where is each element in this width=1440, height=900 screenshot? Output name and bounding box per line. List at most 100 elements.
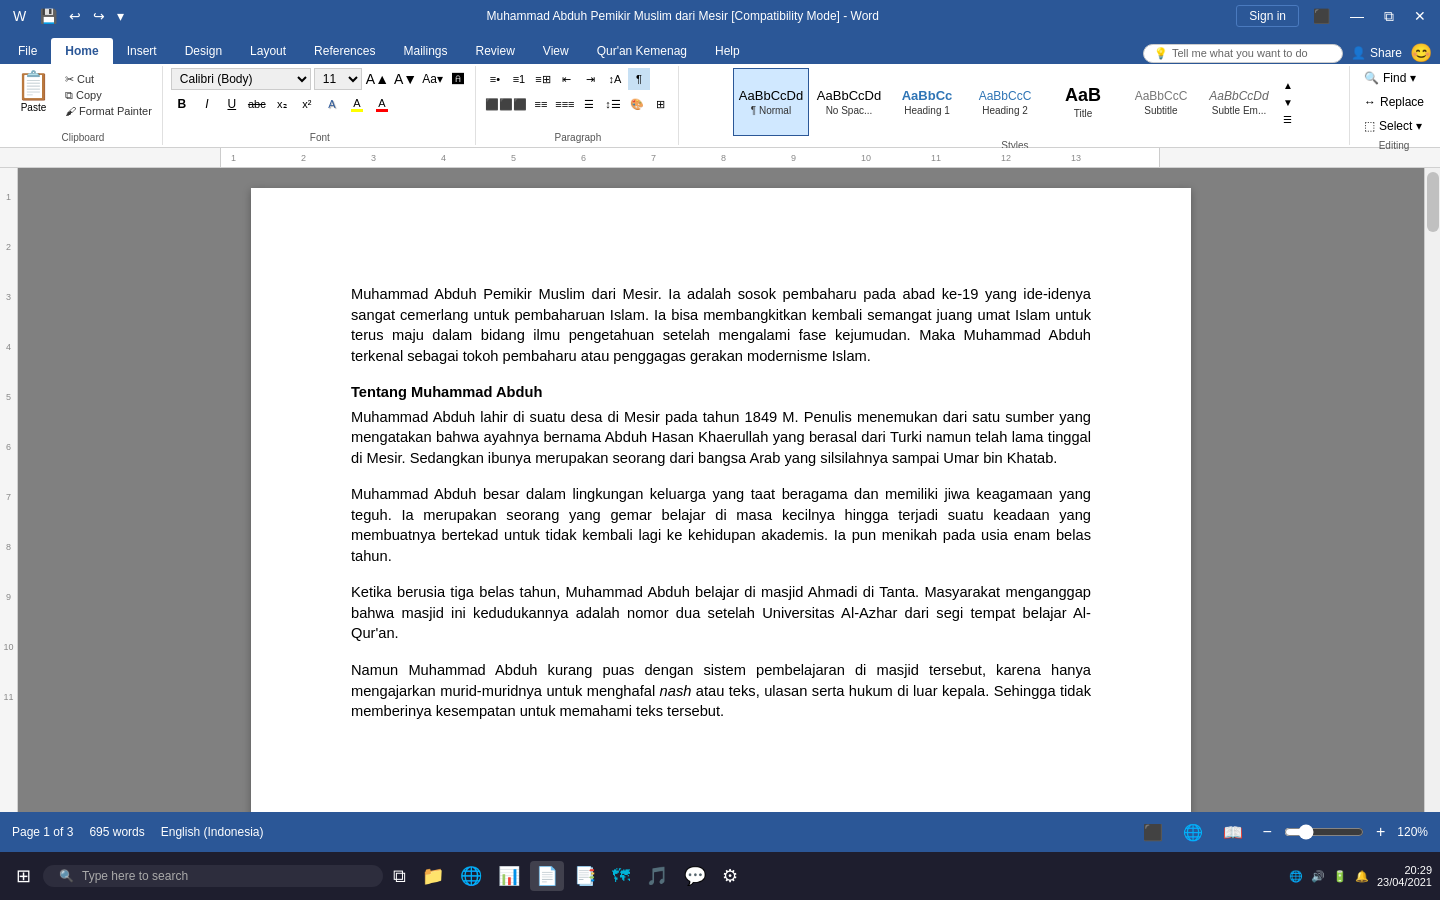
shading-button[interactable]: 🎨 bbox=[626, 93, 648, 115]
customize-qa-button[interactable]: ▾ bbox=[112, 6, 129, 26]
editing-label: Editing bbox=[1379, 136, 1410, 151]
clear-format-button[interactable]: 🅰 bbox=[447, 68, 469, 90]
strikethrough-button[interactable]: abc bbox=[246, 93, 268, 115]
paste-button[interactable]: 📋 Paste bbox=[10, 68, 57, 118]
tab-home[interactable]: Home bbox=[51, 38, 112, 64]
style-title-label: Title bbox=[1074, 108, 1093, 119]
tab-references[interactable]: References bbox=[300, 38, 389, 64]
signin-button[interactable]: Sign in bbox=[1236, 5, 1299, 27]
numbered-list-button[interactable]: ≡1 bbox=[508, 68, 530, 90]
tab-quran[interactable]: Qur'an Kemenag bbox=[583, 38, 701, 64]
zoom-in-button[interactable]: + bbox=[1370, 821, 1391, 843]
maps-icon[interactable]: 🗺 bbox=[606, 862, 636, 891]
sort-button[interactable]: ↕A bbox=[604, 68, 626, 90]
italic-button[interactable]: I bbox=[196, 93, 218, 115]
increase-indent-button[interactable]: ⇥ bbox=[580, 68, 602, 90]
highlight-color-button[interactable]: A bbox=[346, 93, 368, 115]
tell-me-bar[interactable]: 💡 Tell me what you want to do bbox=[1143, 44, 1343, 63]
settings-icon[interactable]: ⚙ bbox=[716, 861, 744, 891]
tab-layout[interactable]: Layout bbox=[236, 38, 300, 64]
bold-button[interactable]: B bbox=[171, 93, 193, 115]
explorer-icon[interactable]: 📁 bbox=[416, 861, 450, 891]
restore-button[interactable]: ⧉ bbox=[1378, 6, 1400, 27]
text-effects-button[interactable]: A bbox=[321, 93, 343, 115]
style-heading2[interactable]: AaBbCcC Heading 2 bbox=[967, 68, 1043, 136]
subscript-button[interactable]: x₂ bbox=[271, 93, 293, 115]
task-view-button[interactable]: ⧉ bbox=[387, 862, 412, 891]
tab-view[interactable]: View bbox=[529, 38, 583, 64]
excel-icon[interactable]: 📊 bbox=[492, 861, 526, 891]
bullet-list-button[interactable]: ≡• bbox=[484, 68, 506, 90]
heading-tentang: Tentang Muhammad Abduh bbox=[351, 382, 1091, 403]
print-layout-button[interactable]: ⬛ bbox=[1137, 821, 1169, 844]
font-size-select[interactable]: 11 bbox=[314, 68, 362, 90]
increase-font-button[interactable]: A▲ bbox=[365, 68, 390, 90]
read-mode-button[interactable]: 📖 bbox=[1217, 821, 1249, 844]
align-right-button[interactable]: ≡≡≡ bbox=[554, 93, 576, 115]
styles-down-button[interactable]: ▼ bbox=[1279, 95, 1297, 110]
cut-button[interactable]: ✂ Cut bbox=[61, 72, 156, 87]
justify-button[interactable]: ☰ bbox=[578, 93, 600, 115]
style-normal-label: ¶ Normal bbox=[751, 105, 791, 116]
taskbar-search-box[interactable]: 🔍 Type here to search bbox=[43, 865, 383, 887]
doc-area[interactable]: Muhammad Abduh Pemikir Muslim dari Mesir… bbox=[18, 168, 1424, 812]
share-button[interactable]: 👤 Share bbox=[1351, 46, 1402, 60]
tab-insert[interactable]: Insert bbox=[113, 38, 171, 64]
tab-mailings[interactable]: Mailings bbox=[389, 38, 461, 64]
zoom-out-button[interactable]: − bbox=[1257, 821, 1278, 843]
style-subtle-em[interactable]: AaBbCcDd Subtle Em... bbox=[1201, 68, 1277, 136]
styles-up-button[interactable]: ▲ bbox=[1279, 78, 1297, 93]
font-color-button[interactable]: A bbox=[371, 93, 393, 115]
styles-arrows: ▲ ▼ ☰ bbox=[1279, 78, 1297, 127]
document[interactable]: Muhammad Abduh Pemikir Muslim dari Mesir… bbox=[251, 188, 1191, 812]
styles-more-button[interactable]: ☰ bbox=[1279, 112, 1297, 127]
start-button[interactable]: ⊞ bbox=[8, 861, 39, 891]
replace-button[interactable]: ↔ Replace bbox=[1358, 92, 1430, 112]
whatsapp-icon[interactable]: 💬 bbox=[678, 861, 712, 891]
multilevel-list-button[interactable]: ≡⊞ bbox=[532, 68, 554, 90]
paragraph-dissatisfied: Namun Muhammad Abduh kurang puas dengan … bbox=[351, 660, 1091, 722]
redo-button[interactable]: ↪ bbox=[88, 6, 110, 26]
decrease-font-button[interactable]: A▼ bbox=[393, 68, 418, 90]
change-case-button[interactable]: Aa▾ bbox=[421, 68, 444, 90]
scroll-thumb[interactable] bbox=[1427, 172, 1439, 232]
copy-button[interactable]: ⧉ Copy bbox=[61, 88, 156, 103]
font-name-select[interactable]: Calibri (Body) bbox=[171, 68, 311, 90]
style-subtitle[interactable]: AaBbCcC Subtitle bbox=[1123, 68, 1199, 136]
style-heading2-preview: AaBbCcC bbox=[979, 89, 1032, 103]
save-button[interactable]: 💾 bbox=[35, 6, 62, 26]
right-scrollbar[interactable] bbox=[1424, 168, 1440, 812]
web-layout-button[interactable]: 🌐 bbox=[1177, 821, 1209, 844]
show-marks-button[interactable]: ¶ bbox=[628, 68, 650, 90]
line-spacing-button[interactable]: ↕☰ bbox=[602, 93, 624, 115]
zoom-slider[interactable] bbox=[1284, 824, 1364, 840]
music-icon[interactable]: 🎵 bbox=[640, 861, 674, 891]
style-normal[interactable]: AaBbCcDd ¶ Normal bbox=[733, 68, 809, 136]
ribbon-collapse-button[interactable]: ⬛ bbox=[1307, 6, 1336, 26]
tab-design[interactable]: Design bbox=[171, 38, 236, 64]
title-bar-right: Sign in ⬛ — ⧉ ✕ bbox=[1236, 5, 1432, 27]
tab-file[interactable]: File bbox=[4, 38, 51, 64]
undo-button[interactable]: ↩ bbox=[64, 6, 86, 26]
format-painter-button[interactable]: 🖌 Format Painter bbox=[61, 104, 156, 118]
word-logo[interactable]: W bbox=[8, 6, 31, 26]
tab-review[interactable]: Review bbox=[461, 38, 528, 64]
style-no-spacing[interactable]: AaBbCcDd No Spac... bbox=[811, 68, 887, 136]
style-heading1[interactable]: AaBbCc Heading 1 bbox=[889, 68, 965, 136]
find-button[interactable]: 🔍 Find ▾ bbox=[1358, 68, 1430, 88]
align-center-button[interactable]: ≡≡ bbox=[530, 93, 552, 115]
share-icon: 👤 bbox=[1351, 46, 1366, 60]
word-taskbar-icon[interactable]: 📄 bbox=[530, 861, 564, 891]
align-left-button[interactable]: ⬛⬛⬛ bbox=[484, 93, 528, 115]
superscript-button[interactable]: x² bbox=[296, 93, 318, 115]
powerpoint-icon[interactable]: 📑 bbox=[568, 861, 602, 891]
select-button[interactable]: ⬚ Select ▾ bbox=[1358, 116, 1430, 136]
close-button[interactable]: ✕ bbox=[1408, 6, 1432, 26]
minimize-button[interactable]: — bbox=[1344, 6, 1370, 26]
style-title[interactable]: AaB Title bbox=[1045, 68, 1121, 136]
borders-button[interactable]: ⊞ bbox=[650, 93, 672, 115]
underline-button[interactable]: U bbox=[221, 93, 243, 115]
edge-icon[interactable]: 🌐 bbox=[454, 861, 488, 891]
decrease-indent-button[interactable]: ⇤ bbox=[556, 68, 578, 90]
tab-help[interactable]: Help bbox=[701, 38, 754, 64]
